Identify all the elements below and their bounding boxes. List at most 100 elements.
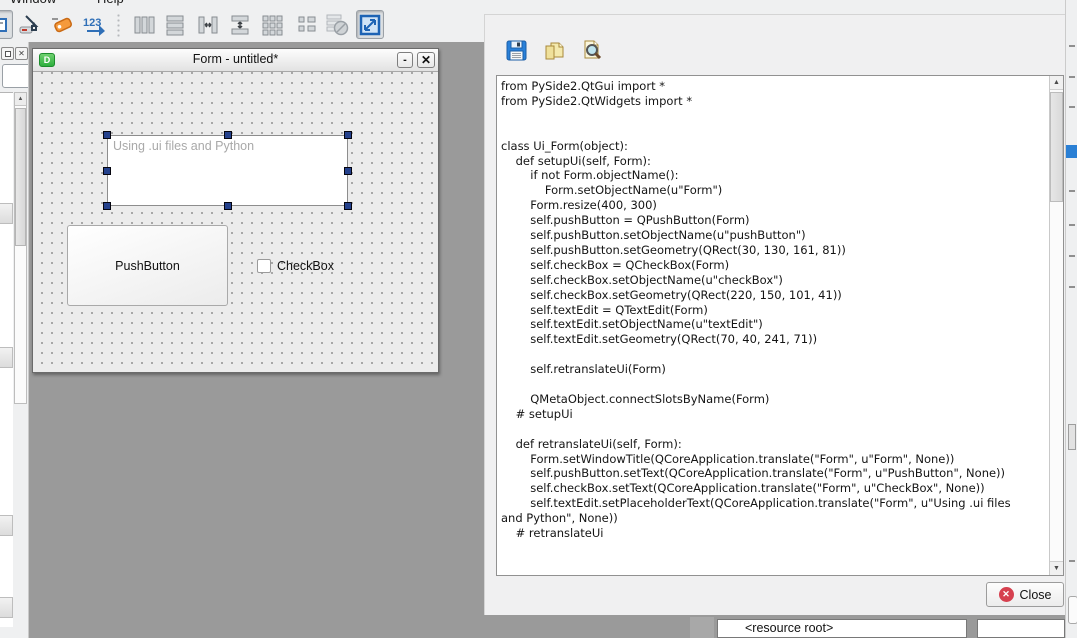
selection-handle[interactable] (344, 167, 352, 175)
main-toolbar: 123 (0, 10, 480, 42)
code-line: class Ui_Form(object): (501, 139, 1047, 154)
code-viewer[interactable]: from PySide2.QtGui import *from PySide2.… (496, 75, 1064, 576)
code-line: self.pushButton = QPushButton(Form) (501, 213, 1047, 228)
selection-handle[interactable] (103, 202, 111, 210)
checkbox-indicator[interactable] (257, 259, 271, 273)
code-line: # retranslateUi (501, 526, 1047, 541)
code-line (501, 422, 1047, 437)
edit-signals-slots-icon[interactable] (15, 10, 43, 39)
code-line: self.checkBox.setGeometry(QRect(220, 150… (501, 288, 1047, 303)
find-icon[interactable] (579, 37, 605, 63)
layout-grid-icon[interactable] (258, 10, 286, 39)
selection-handle[interactable] (103, 167, 111, 175)
selection-handle[interactable] (224, 202, 232, 210)
widget-category-header[interactable] (0, 203, 13, 224)
resource-browser-button[interactable] (690, 617, 714, 638)
resource-browser-panel[interactable] (977, 619, 1065, 638)
code-line: Form.setObjectName(u"Form") (501, 183, 1047, 198)
selection-handle[interactable] (103, 131, 111, 139)
view-python-code-dialog: from PySide2.QtGui import *from PySide2.… (484, 14, 1065, 615)
dock-close-icon[interactable]: ✕ (15, 47, 28, 60)
widget-category-header[interactable] (0, 347, 13, 368)
toolbar-separator (117, 13, 120, 37)
tree-branch-mark (1069, 106, 1075, 108)
code-line: self.pushButton.setText(QCoreApplication… (501, 466, 1047, 481)
edit-buddies-icon[interactable] (48, 10, 76, 39)
save-icon[interactable] (503, 37, 529, 63)
menu-item-window[interactable]: Window (10, 0, 56, 6)
code-line: if not Form.objectName(): (501, 168, 1047, 183)
text-edit-widget[interactable]: Using .ui files and Python (107, 135, 348, 206)
code-line: and Python", None)) (501, 511, 1047, 526)
selection-handle[interactable] (224, 131, 232, 139)
tree-branch-mark (1069, 255, 1075, 257)
selected-property-row[interactable] (1066, 145, 1077, 158)
python-code: from PySide2.QtGui import *from PySide2.… (501, 79, 1047, 541)
code-line: QMetaObject.connectSlotsByName(Form) (501, 392, 1047, 407)
form-editor-window: D Form - untitled* - ✕ Using .ui files a… (32, 48, 439, 373)
resource-root-item[interactable]: <resource root> (717, 619, 967, 638)
close-window-button[interactable]: ✕ (417, 52, 435, 68)
code-line: self.pushButton.setObjectName(u"pushButt… (501, 228, 1047, 243)
check-box-widget[interactable]: CheckBox (257, 245, 358, 286)
code-line: from PySide2.QtWidgets import * (501, 94, 1047, 109)
code-line: self.checkBox.setObjectName(u"checkBox") (501, 273, 1047, 288)
code-line: self.pushButton.setGeometry(QRect(30, 13… (501, 243, 1047, 258)
code-line: from PySide2.QtGui import * (501, 79, 1047, 94)
copy-icon[interactable] (541, 37, 567, 63)
menu-item-help[interactable]: Help (97, 0, 124, 6)
selection-handle[interactable] (344, 202, 352, 210)
code-line: self.retranslateUi(Form) (501, 362, 1047, 377)
code-line (501, 109, 1047, 124)
scrollbar-thumb[interactable] (1068, 424, 1076, 450)
code-line (501, 124, 1047, 139)
qt-designer-window: Window Help 123 (0, 0, 1077, 638)
svg-text:123: 123 (83, 17, 101, 29)
scroll-down-icon[interactable]: ▼ (1050, 561, 1063, 575)
close-red-icon: ✕ (999, 587, 1014, 602)
minimize-button[interactable]: - (397, 52, 413, 68)
widget-category-header[interactable] (0, 597, 13, 618)
form-window-title: Form - untitled* (33, 52, 438, 66)
close-button-label: Close (1020, 588, 1052, 602)
scroll-up-icon[interactable]: ▲ (15, 93, 26, 106)
adjust-size-icon[interactable] (356, 10, 384, 39)
layout-vertical-icon[interactable] (161, 10, 189, 39)
selection-handle[interactable] (344, 131, 352, 139)
widget-box-list[interactable] (0, 92, 13, 627)
push-button-label: PushButton (115, 259, 180, 273)
edit-tab-order-icon[interactable]: 123 (80, 10, 108, 39)
layout-splitter-vertical-icon[interactable] (226, 10, 254, 39)
property-panel-sliver (1065, 0, 1077, 638)
scroll-up-icon[interactable]: ▲ (1050, 76, 1063, 90)
code-line: self.checkBox.setText(QCoreApplication.t… (501, 481, 1047, 496)
text-edit-placeholder: Using .ui files and Python (113, 139, 254, 153)
code-line: def retranslateUi(self, Form): (501, 437, 1047, 452)
code-line: # setupUi (501, 407, 1047, 422)
edit-widgets-icon[interactable] (0, 10, 13, 39)
tree-branch-mark (1069, 286, 1075, 288)
code-line: Form.setWindowTitle(QCoreApplication.tra… (501, 452, 1047, 467)
layout-splitter-horizontal-icon[interactable] (194, 10, 222, 39)
push-button-widget[interactable]: PushButton (67, 225, 228, 306)
code-scrollbar[interactable]: ▲ ▼ (1049, 76, 1063, 575)
dock-float-icon[interactable] (1, 47, 14, 60)
form-window-titlebar[interactable]: D Form - untitled* - ✕ (33, 49, 438, 72)
check-box-label: CheckBox (277, 259, 334, 273)
widget-category-header[interactable] (0, 515, 13, 536)
scrollbar-thumb[interactable] (15, 108, 26, 246)
code-dialog-toolbar (503, 37, 605, 63)
code-line: self.checkBox = QCheckBox(Form) (501, 258, 1047, 273)
tree-branch-mark (1069, 560, 1075, 562)
layout-horizontal-icon[interactable] (130, 10, 158, 39)
widget-box-scrollbar[interactable]: ▲ (14, 92, 27, 404)
tree-branch-mark (1069, 190, 1075, 192)
form-canvas[interactable]: Using .ui files and Python PushButton Ch… (33, 72, 438, 372)
code-line (501, 347, 1047, 362)
code-line: Form.resize(400, 300) (501, 198, 1047, 213)
break-layout-icon[interactable] (323, 10, 351, 39)
scrollbar-thumb[interactable] (1050, 92, 1063, 202)
code-line: def setupUi(self, Form): (501, 154, 1047, 169)
layout-form-icon[interactable] (293, 10, 321, 39)
close-dialog-button[interactable]: ✕ Close (986, 582, 1064, 607)
